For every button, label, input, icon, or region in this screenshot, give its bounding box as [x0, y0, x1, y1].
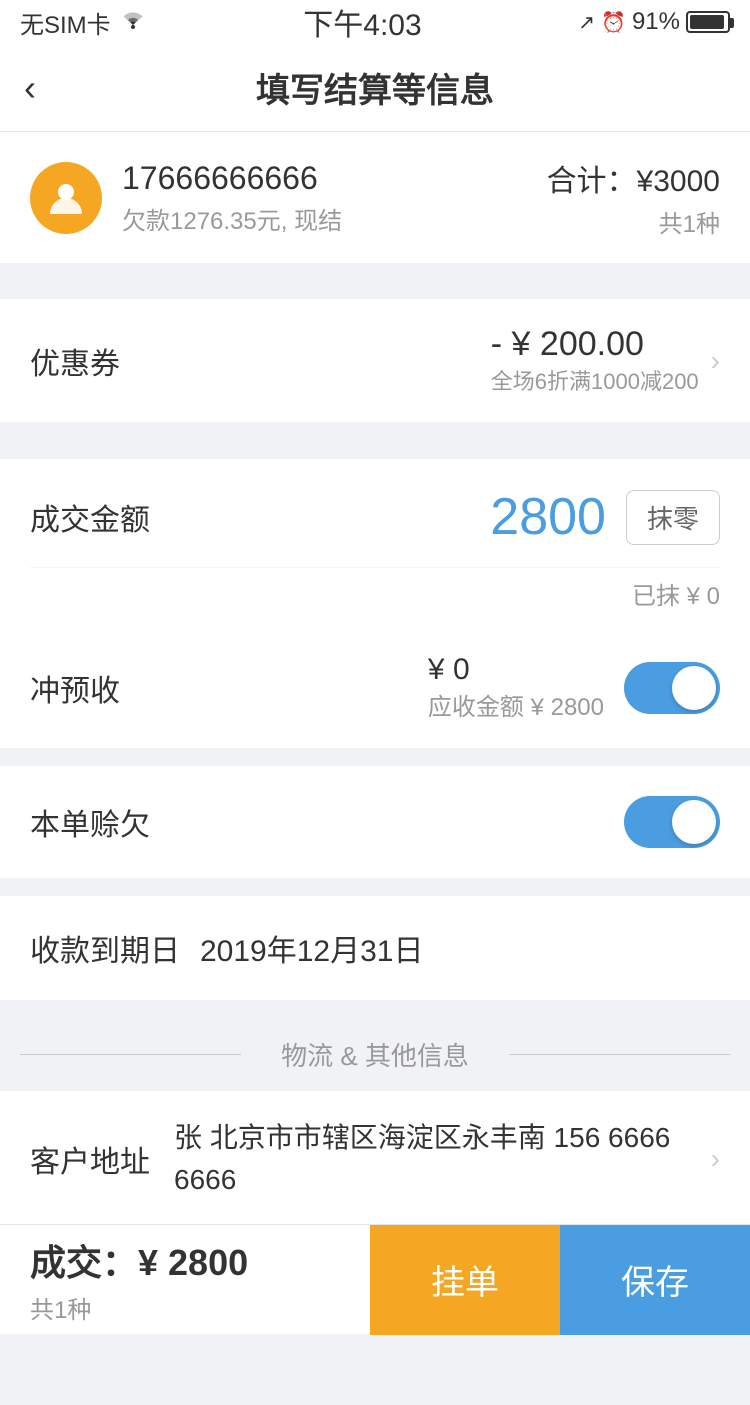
amount-section: 成交金额 2800 抹零 已抹 ¥ 0 冲预收 ¥ 0 应收金额 ¥ 2800: [0, 459, 750, 748]
divider-2: [0, 441, 750, 459]
coupon-row[interactable]: 优惠券 - ¥ 200.00 全场6折满1000减200 ›: [0, 299, 750, 423]
coupon-discount: - ¥ 200.00: [491, 325, 699, 364]
logistics-line-right: [509, 1054, 730, 1055]
customer-count: 共1种: [547, 204, 720, 239]
customer-left: 17666666666 欠款1276.35元, 现结: [30, 160, 342, 236]
divider-1: [0, 281, 750, 299]
toggle-knob: [672, 666, 716, 710]
alarm-icon: ⏰: [601, 10, 626, 35]
footer-deal-amount: ¥ 2800: [138, 1242, 248, 1283]
hold-button[interactable]: 挂单: [370, 1225, 560, 1335]
battery-icon: [686, 11, 730, 33]
back-button[interactable]: ‹: [24, 67, 36, 109]
amount-right: 2800 抹零: [490, 487, 720, 547]
prepay-row: 冲预收 ¥ 0 应收金额 ¥ 2800: [30, 627, 720, 748]
duedate-value: 2019年12月31日: [200, 926, 423, 970]
status-bar: 无SIM卡 下午4:03 ↗ ⏰ 91%: [0, 0, 750, 44]
coupon-desc: 全场6折满1000减200: [491, 364, 699, 396]
customer-info: 17666666666 欠款1276.35元, 现结: [122, 160, 342, 236]
coupon-right: - ¥ 200.00 全场6折满1000减200 ›: [491, 325, 720, 396]
arrears-label: 本单赊欠: [30, 800, 150, 844]
customer-phone: 17666666666: [122, 160, 342, 197]
footer-deal: 成交：¥ 2800: [30, 1234, 340, 1286]
arrears-row: 本单赊欠: [0, 766, 750, 878]
arrears-toggle-knob: [672, 800, 716, 844]
location-icon: ↗: [578, 10, 595, 35]
status-right: ↗ ⏰ 91%: [578, 8, 730, 36]
carrier-label: 无SIM卡: [20, 5, 111, 40]
coupon-label: 优惠券: [30, 339, 120, 383]
address-chevron-icon: ›: [711, 1143, 720, 1175]
footer: 成交：¥ 2800 共1种 挂单 保存: [0, 1224, 750, 1334]
logistics-divider: 物流 & 其他信息: [0, 1018, 750, 1091]
amount-row: 成交金额 2800 抹零: [30, 459, 720, 568]
amount-label: 成交金额: [30, 495, 150, 539]
prepay-amount: ¥ 0: [428, 653, 604, 687]
duedate-row: 收款到期日 2019年12月31日: [0, 896, 750, 1000]
status-left: 无SIM卡: [20, 5, 147, 40]
prepay-receivable: 应收金额 ¥ 2800: [428, 687, 604, 722]
prepay-label: 冲预收: [30, 666, 120, 710]
customer-sub: 欠款1276.35元, 现结: [122, 201, 342, 236]
logistics-text: 物流 & 其他信息: [281, 1036, 469, 1073]
duedate-label: 收款到期日: [30, 926, 180, 970]
round-btn[interactable]: 抹零: [626, 490, 720, 545]
customer-row: 17666666666 欠款1276.35元, 现结 合计：¥3000 共1种: [0, 132, 750, 263]
avatar: [30, 162, 102, 234]
amount-value[interactable]: 2800: [490, 487, 606, 547]
coupon-info: - ¥ 200.00 全场6折满1000减200: [491, 325, 699, 396]
prepay-amounts: ¥ 0 应收金额 ¥ 2800: [428, 653, 604, 722]
prepay-toggle[interactable]: [624, 662, 720, 714]
save-button[interactable]: 保存: [560, 1225, 750, 1335]
logistics-line-left: [20, 1054, 241, 1055]
amount-sub: 已抹 ¥ 0: [30, 568, 720, 627]
chevron-right-icon: ›: [711, 345, 720, 377]
battery-percent: 91%: [632, 8, 680, 36]
arrears-toggle[interactable]: [624, 796, 720, 848]
footer-deal-label: 成交：: [30, 1242, 138, 1283]
wifi-icon: [119, 8, 147, 36]
footer-info: 成交：¥ 2800 共1种: [0, 1234, 370, 1325]
footer-count: 共1种: [30, 1290, 340, 1325]
address-label: 客户地址: [30, 1137, 150, 1181]
nav-bar: ‹ 填写结算等信息: [0, 44, 750, 132]
page-title: 填写结算等信息: [256, 63, 494, 112]
customer-total: 合计：¥3000: [547, 156, 720, 200]
customer-right: 合计：¥3000 共1种: [547, 156, 720, 239]
address-value: 张 北京市市辖区海淀区永丰南 156 6666 6666: [174, 1117, 711, 1201]
prepay-right: ¥ 0 应收金额 ¥ 2800: [428, 653, 720, 722]
content: 17666666666 欠款1276.35元, 现结 合计：¥3000 共1种 …: [0, 132, 750, 1405]
address-row[interactable]: 客户地址 张 北京市市辖区海淀区永丰南 156 6666 6666 ›: [0, 1091, 750, 1227]
status-time: 下午4:03: [303, 0, 421, 44]
